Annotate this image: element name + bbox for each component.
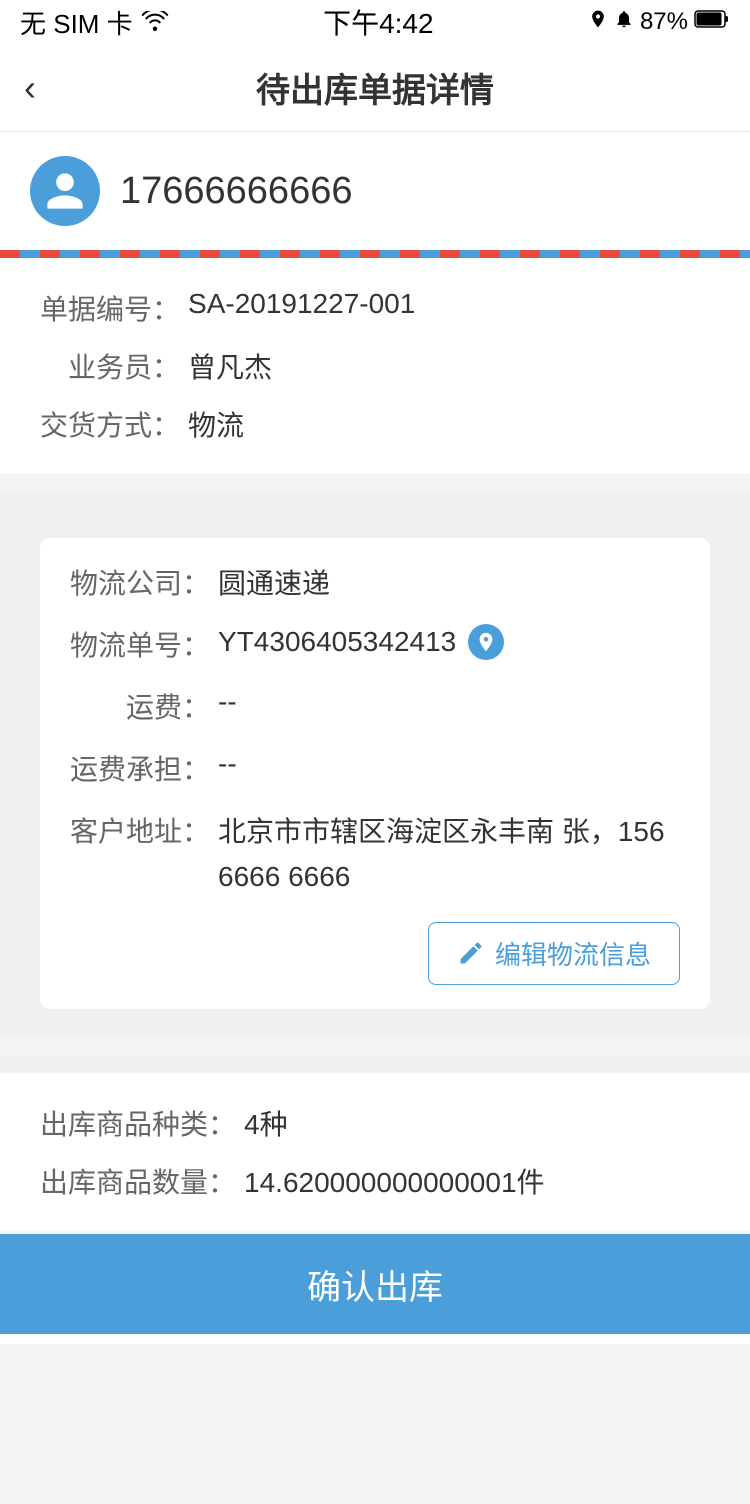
alarm-icon bbox=[614, 8, 634, 36]
dashed-divider bbox=[0, 250, 750, 258]
delivery-row: 交货方式： 物流 bbox=[40, 404, 710, 444]
phone-header: 17666666666 bbox=[0, 132, 750, 250]
nav-bar: ‹ 待出库单据详情 bbox=[0, 44, 750, 132]
wifi-icon bbox=[141, 7, 169, 38]
confirm-btn-label: 确认出库 bbox=[307, 1260, 443, 1309]
freight-bearer-label: 运费承担： bbox=[70, 748, 210, 788]
status-bar: 无 SIM 卡 下午4:42 87% bbox=[0, 0, 750, 44]
status-right: 87% bbox=[588, 8, 730, 36]
order-no-label: 单据编号： bbox=[40, 288, 180, 328]
battery-text: 87% bbox=[640, 8, 688, 36]
confirm-button-bar[interactable]: 确认出库 bbox=[0, 1234, 750, 1334]
order-no-value: SA-20191227-001 bbox=[180, 288, 710, 320]
goods-types-label: 出库商品种类： bbox=[40, 1103, 236, 1143]
logistics-section: 物流公司： 圆通速递 物流单号： YT4306405342413 运费： -- … bbox=[0, 510, 750, 1037]
goods-types-value: 4种 bbox=[236, 1103, 710, 1143]
tracking-location-icon[interactable] bbox=[468, 624, 504, 660]
salesperson-value: 曾凡杰 bbox=[180, 346, 710, 386]
tracking-number: YT4306405342413 bbox=[218, 626, 456, 658]
address-label: 客户地址： bbox=[70, 810, 210, 850]
goods-types-row: 出库商品种类： 4种 bbox=[40, 1103, 710, 1143]
freight-row: 运费： -- bbox=[70, 686, 680, 726]
content-spacer bbox=[0, 1344, 750, 1504]
order-info-section: 单据编号： SA-20191227-001 业务员： 曾凡杰 交货方式： 物流 bbox=[0, 258, 750, 474]
location-status-icon bbox=[588, 8, 608, 36]
freight-bearer-row: 运费承担： -- bbox=[70, 748, 680, 788]
freight-bearer-value: -- bbox=[210, 748, 680, 780]
order-no-row: 单据编号： SA-20191227-001 bbox=[40, 288, 710, 328]
goods-quantity-label: 出库商品数量： bbox=[40, 1161, 236, 1201]
edit-btn-row: 编辑物流信息 bbox=[70, 922, 680, 985]
section-separator-1 bbox=[0, 492, 750, 510]
tracking-value-container: YT4306405342413 bbox=[210, 624, 680, 660]
avatar bbox=[30, 156, 100, 226]
section-separator-2 bbox=[0, 1055, 750, 1073]
phone-number: 17666666666 bbox=[120, 170, 352, 213]
edit-logistics-button[interactable]: 编辑物流信息 bbox=[428, 922, 680, 985]
goods-section: 出库商品种类： 4种 出库商品数量： 14.620000000000001件 bbox=[0, 1073, 750, 1231]
status-left: 无 SIM 卡 bbox=[20, 4, 169, 41]
page-title: 待出库单据详情 bbox=[256, 63, 494, 112]
goods-quantity-row: 出库商品数量： 14.620000000000001件 bbox=[40, 1161, 710, 1201]
logistics-company-label: 物流公司： bbox=[70, 562, 210, 602]
goods-quantity-value: 14.620000000000001件 bbox=[236, 1161, 710, 1201]
freight-value: -- bbox=[210, 686, 680, 718]
tracking-label: 物流单号： bbox=[70, 624, 210, 664]
status-time: 下午4:42 bbox=[323, 2, 434, 42]
back-button[interactable]: ‹ bbox=[24, 67, 36, 109]
logistics-company-row: 物流公司： 圆通速递 bbox=[70, 562, 680, 602]
logistics-company-value: 圆通速递 bbox=[210, 562, 680, 602]
delivery-label: 交货方式： bbox=[40, 404, 180, 444]
delivery-value: 物流 bbox=[180, 404, 710, 444]
tracking-row: 物流单号： YT4306405342413 bbox=[70, 624, 680, 664]
edit-logistics-label: 编辑物流信息 bbox=[495, 935, 651, 972]
salesperson-row: 业务员： 曾凡杰 bbox=[40, 346, 710, 386]
freight-label: 运费： bbox=[70, 686, 210, 726]
address-value: 北京市市辖区海淀区永丰南 张，156 6666 6666 bbox=[210, 810, 680, 900]
carrier-text: 无 SIM 卡 bbox=[20, 4, 133, 41]
salesperson-label: 业务员： bbox=[40, 346, 180, 386]
logistics-card: 物流公司： 圆通速递 物流单号： YT4306405342413 运费： -- … bbox=[40, 538, 710, 1009]
battery-icon bbox=[694, 8, 730, 36]
address-row: 客户地址： 北京市市辖区海淀区永丰南 张，156 6666 6666 bbox=[70, 810, 680, 900]
